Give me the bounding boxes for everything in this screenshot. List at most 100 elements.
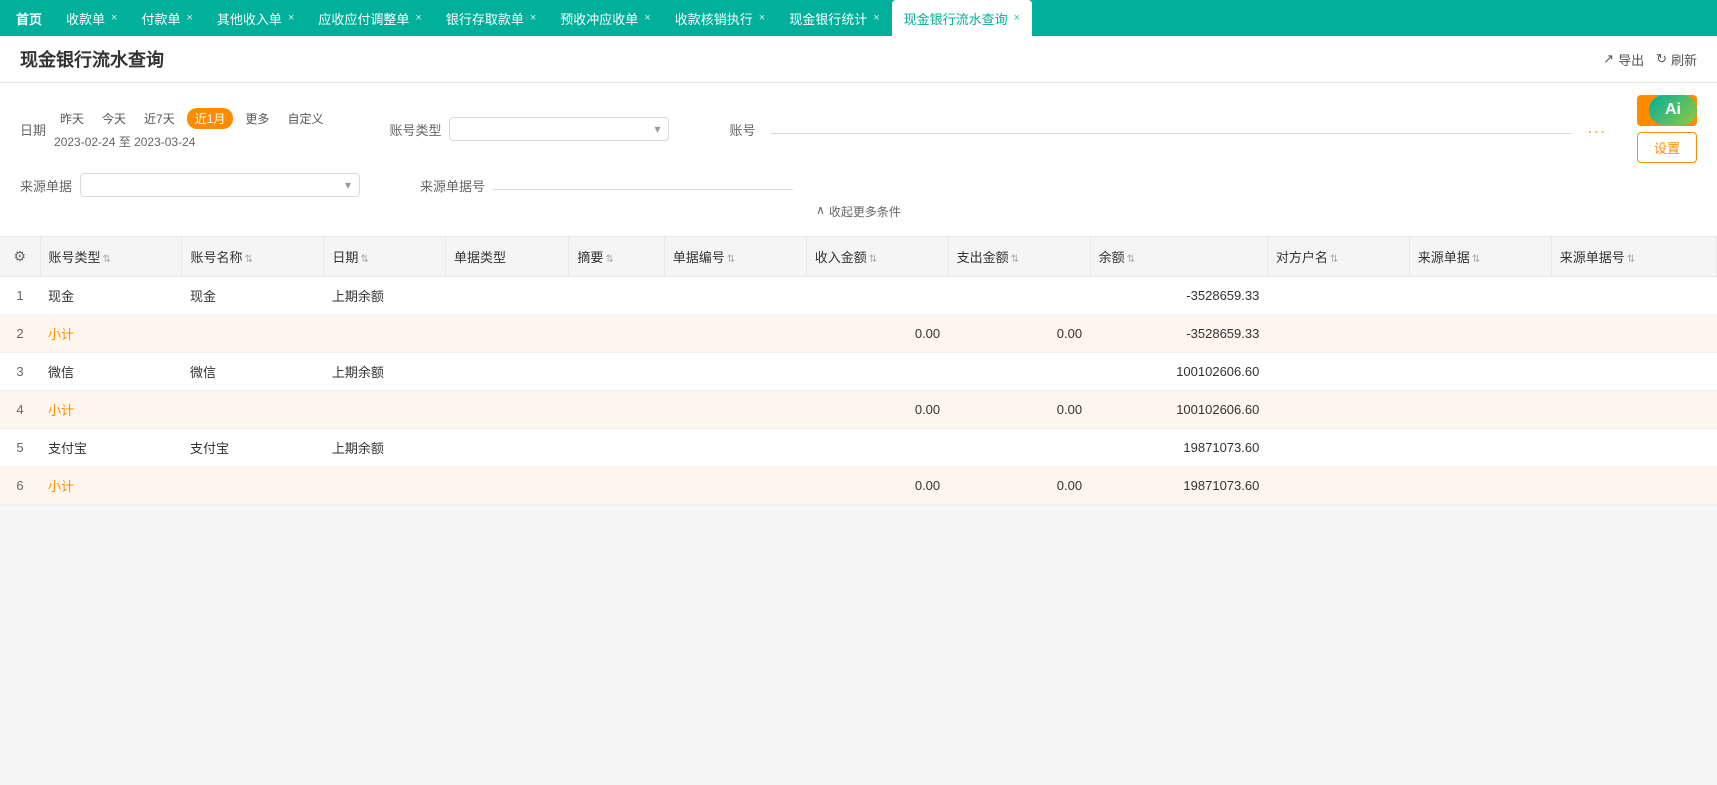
source-doc-label: 来源单据 [20,176,72,195]
date-btn-7days[interactable]: 近7天 [138,108,181,129]
close-icon[interactable]: × [1014,12,1020,24]
date-btn-1month[interactable]: 近1月 [187,108,234,129]
cell-balance: -3528659.33 [1090,315,1267,353]
nav-advance-receipt[interactable]: 预收冲应收单 × [548,0,662,36]
cell-seq: 6 [0,467,40,505]
gear-icon[interactable]: ⚙ [13,248,26,264]
col-source-doc-no[interactable]: 来源单据号⇅ [1551,237,1716,277]
cell-source-doc [1409,391,1551,429]
cell-date [324,467,446,505]
col-doc-no[interactable]: 单据编号⇅ [664,237,806,277]
nav-other-income[interactable]: 其他收入单 × [205,0,306,36]
sort-icon: ⇅ [869,254,877,265]
cell-account-type: 小计 [40,391,182,429]
date-btn-more[interactable]: 更多 [239,108,275,129]
cell-income: 0.00 [806,391,948,429]
cell-expense [948,277,1090,315]
cell-source-doc-no [1551,391,1716,429]
data-table: ⚙ 账号类型⇅ 账号名称⇅ 日期⇅ 单据类型 摘要⇅ 单据编号⇅ [0,237,1717,505]
nav-receipt-verify[interactable]: 收款核销执行 × [663,0,777,36]
cell-doc-type [445,467,568,505]
col-date[interactable]: 日期⇅ [324,237,446,277]
sort-icon: ⇅ [244,254,252,265]
cell-seq: 1 [0,277,40,315]
cell-counterpart [1267,315,1409,353]
col-account-type[interactable]: 账号类型⇅ [40,237,182,277]
cell-doc-type [445,429,568,467]
ai-badge[interactable]: Ai [1649,95,1697,125]
date-btn-yesterday[interactable]: 昨天 [54,108,90,129]
cell-balance: 100102606.60 [1090,391,1267,429]
nav-receipt[interactable]: 收款单 × [54,0,129,36]
cell-expense: 0.00 [948,467,1090,505]
table-row: 3 微信 微信 上期余额 100102606.60 [0,353,1717,391]
close-icon[interactable]: × [186,12,192,24]
col-expense[interactable]: 支出金额⇅ [948,237,1090,277]
date-btn-custom[interactable]: 自定义 [281,108,329,129]
cell-source-doc [1409,277,1551,315]
table-row: 2 小计 0.00 0.00 -3528659.33 [0,315,1717,353]
close-icon[interactable]: × [415,12,421,24]
col-source-doc[interactable]: 来源单据⇅ [1409,237,1551,277]
close-icon[interactable]: × [873,12,879,24]
cell-doc-no [664,277,806,315]
close-icon[interactable]: × [644,12,650,24]
close-icon[interactable]: × [759,12,765,24]
export-button[interactable]: ↗ 导出 [1603,50,1644,69]
account-ellipsis-btn[interactable]: ... [1588,120,1607,138]
settings-button[interactable]: 设置 [1637,132,1697,163]
table-row: 6 小计 0.00 0.00 19871073.60 [0,467,1717,505]
source-doc-no-input[interactable] [493,181,793,190]
date-filter: 日期 昨天 今天 近7天 近1月 更多 自定义 2023-02-24 至 202… [20,108,329,150]
sort-icon: ⇅ [1627,254,1635,265]
cell-balance: 19871073.60 [1090,467,1267,505]
col-summary[interactable]: 摘要⇅ [569,237,664,277]
cell-account-name [182,467,324,505]
collapse-icon: ∧ [816,203,825,220]
close-icon[interactable]: × [530,12,536,24]
col-counterpart[interactable]: 对方户名⇅ [1267,237,1409,277]
nav-bank-deposit[interactable]: 银行存取款单 × [434,0,548,36]
cell-doc-no [664,391,806,429]
nav-cash-flow-query[interactable]: 现金银行流水查询 × [892,0,1032,36]
sort-icon: ⇅ [1472,254,1480,265]
sort-icon: ⇅ [1330,254,1338,265]
col-account-name[interactable]: 账号名称⇅ [182,237,324,277]
close-icon[interactable]: × [111,12,117,24]
account-type-select[interactable]: ▾ [449,117,669,141]
source-doc-select[interactable]: ▾ [80,173,360,197]
col-income[interactable]: 收入金额⇅ [806,237,948,277]
table-body: 1 现金 现金 上期余额 -3528659.33 2 小计 0.00 0.00 … [0,277,1717,505]
close-icon[interactable]: × [288,12,294,24]
cell-balance: 19871073.60 [1090,429,1267,467]
col-balance[interactable]: 余额⇅ [1090,237,1267,277]
page-header: 现金银行流水查询 ↗ 导出 ↻ 刷新 [0,36,1717,83]
cell-expense: 0.00 [948,315,1090,353]
nav-cash-bank-stat[interactable]: 现金银行统计 × [777,0,891,36]
date-options-group: 昨天 今天 近7天 近1月 更多 自定义 [54,108,329,129]
table-row: 5 支付宝 支付宝 上期余额 19871073.60 [0,429,1717,467]
date-btn-today[interactable]: 今天 [96,108,132,129]
account-type-filter: 账号类型 ▾ [389,117,669,141]
cell-source-doc [1409,353,1551,391]
collapse-more-conditions[interactable]: ∧ 收起更多条件 [20,197,1697,224]
nav-home[interactable]: 首页 [4,0,54,36]
cell-date [324,391,446,429]
nav-ar-ap-adjust[interactable]: 应收应付调整单 × [306,0,433,36]
nav-payment[interactable]: 付款单 × [129,0,204,36]
cell-income [806,277,948,315]
cell-counterpart [1267,391,1409,429]
cell-income: 0.00 [806,467,948,505]
cell-counterpart [1267,277,1409,315]
account-label: 账号 [729,120,755,139]
cell-doc-type [445,391,568,429]
cell-counterpart [1267,467,1409,505]
refresh-button[interactable]: ↻ 刷新 [1656,50,1697,69]
cell-doc-type [445,353,568,391]
cell-summary [569,353,664,391]
cell-doc-type [445,277,568,315]
account-filter: 账号 ... [729,120,1607,139]
source-doc-no-label: 来源单据号 [420,176,485,195]
refresh-icon: ↻ [1656,51,1667,67]
cell-account-name: 支付宝 [182,429,324,467]
